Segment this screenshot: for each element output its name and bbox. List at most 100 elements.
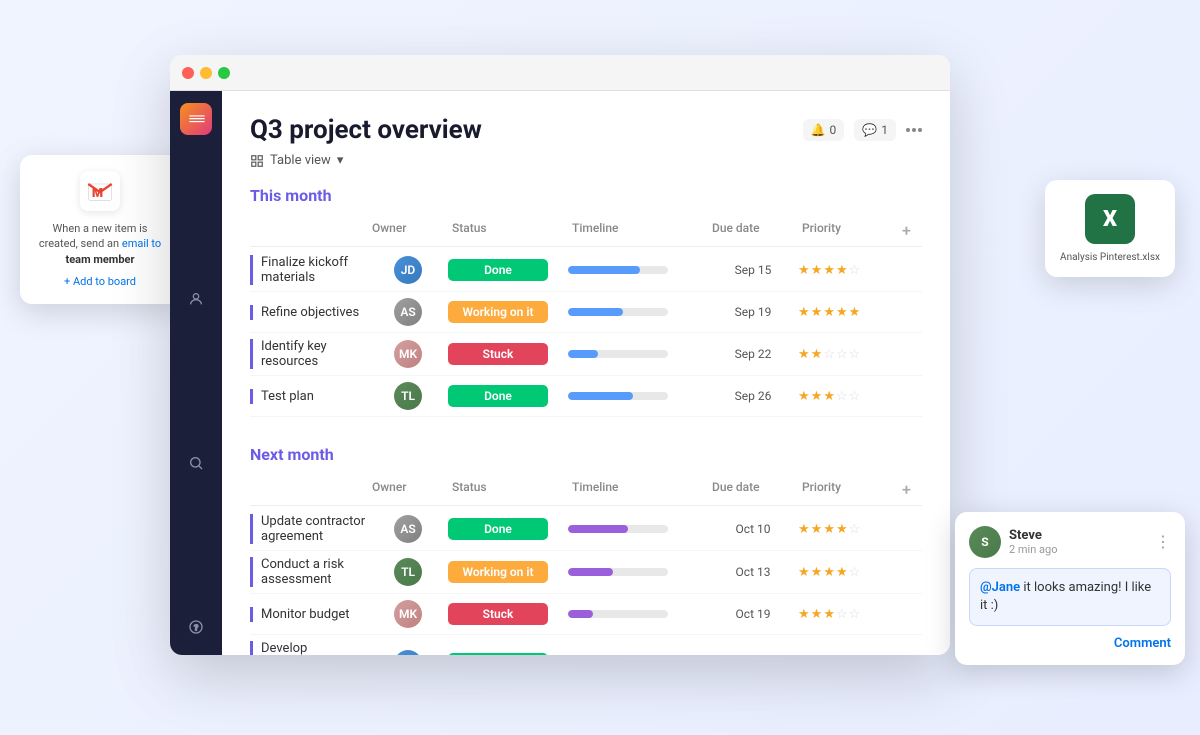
- timeline-fill: [568, 350, 598, 358]
- col-due-date: Due date: [708, 221, 798, 240]
- star-2: ★: [811, 347, 823, 362]
- table-row[interactable]: Conduct a risk assessment TL Working on …: [250, 551, 922, 594]
- col-timeline-next: Timeline: [568, 480, 708, 499]
- task-owner: MK: [368, 600, 448, 628]
- task-owner: MK: [368, 340, 448, 368]
- avatar: MK: [394, 600, 422, 628]
- table-row[interactable]: Refine objectives AS Working on it Sep 1…: [250, 292, 922, 333]
- task-due-date: Sep 26: [708, 389, 798, 403]
- task-status: Stuck: [448, 343, 568, 365]
- task-owner: AS: [368, 515, 448, 543]
- table-row[interactable]: Identify key resources MK Stuck Sep 22 ★…: [250, 333, 922, 376]
- sidebar-item-help[interactable]: ?: [180, 611, 212, 643]
- table-row[interactable]: Test plan TL Done Sep 26 ★★★☆☆: [250, 376, 922, 417]
- add-column-btn-next[interactable]: +: [898, 480, 922, 499]
- star-2: ★: [811, 389, 823, 404]
- star-5: ☆: [849, 607, 861, 622]
- col-timeline: Timeline: [568, 221, 708, 240]
- avatar: AS: [394, 298, 422, 326]
- star-3: ★: [823, 263, 835, 278]
- reactions-count[interactable]: 🔔 0: [803, 119, 845, 141]
- comment-value: 1: [881, 123, 888, 137]
- view-label: Table view: [270, 153, 331, 168]
- star-4: ★: [836, 565, 848, 580]
- table-row[interactable]: Finalize kickoff materials JD Done Sep 1…: [250, 249, 922, 292]
- comment-header: S Steve 2 min ago ⋮: [969, 526, 1171, 558]
- gmail-icon: M: [80, 171, 120, 211]
- more-options-button[interactable]: [906, 128, 922, 132]
- task-due-date: Oct 10: [708, 522, 798, 536]
- status-badge: Working on it: [448, 561, 548, 583]
- table-row[interactable]: Monitor budget MK Stuck Oct 19 ★★★☆☆: [250, 594, 922, 635]
- timeline-bar: [568, 525, 668, 533]
- star-1: ★: [798, 522, 810, 537]
- minimize-button[interactable]: [200, 67, 212, 79]
- svg-text:?: ?: [194, 623, 198, 633]
- timeline-fill: [568, 568, 613, 576]
- add-column-btn[interactable]: +: [898, 221, 922, 240]
- task-due-date: Oct 19: [708, 607, 798, 621]
- task-timeline: [568, 266, 708, 274]
- star-5: ★: [849, 305, 861, 320]
- star-2: ★: [811, 565, 823, 580]
- timeline-bar: [568, 568, 668, 576]
- gmail-description: When a new item is created, send an emai…: [36, 221, 164, 267]
- task-timeline: [568, 308, 708, 316]
- col-owner-next: Owner: [368, 480, 448, 499]
- task-priority: ★★★★★: [798, 305, 898, 320]
- task-priority: ★★☆☆☆: [798, 347, 898, 362]
- close-button[interactable]: [182, 67, 194, 79]
- gmail-card: M When a new item is created, send an em…: [20, 155, 180, 304]
- this-month-tasks: Finalize kickoff materials JD Done Sep 1…: [250, 249, 922, 417]
- comment-menu-button[interactable]: ⋮: [1155, 532, 1171, 551]
- status-badge: Done: [448, 653, 548, 656]
- comment-icon: 💬: [862, 123, 877, 137]
- table-row[interactable]: Update contractor agreement AS Done Oct …: [250, 508, 922, 551]
- status-badge: Done: [448, 259, 548, 281]
- gmail-add-button[interactable]: + Add to board: [36, 275, 164, 288]
- task-priority: ★★★★☆: [798, 565, 898, 580]
- timeline-bar: [568, 392, 668, 400]
- star-3: ★: [823, 389, 835, 404]
- sidebar-item-search[interactable]: [180, 447, 212, 479]
- task-name: Update contractor agreement: [250, 514, 368, 544]
- maximize-button[interactable]: [218, 67, 230, 79]
- app-logo: ≡≡: [180, 103, 212, 135]
- star-1: ★: [798, 347, 810, 362]
- page-title: Q3 project overview: [250, 115, 482, 145]
- star-3: ★: [823, 565, 835, 580]
- next-month-title: Next month: [250, 445, 922, 464]
- star-4: ☆: [836, 607, 848, 622]
- svg-text:M: M: [92, 186, 103, 201]
- task-owner: AS: [368, 298, 448, 326]
- comment-button[interactable]: Comment: [969, 636, 1171, 651]
- view-toggle[interactable]: Table view ▾: [250, 153, 922, 168]
- task-due-date: Sep 19: [708, 305, 798, 319]
- task-name: Identify key resources: [250, 339, 368, 369]
- star-2: ★: [811, 263, 823, 278]
- this-month-section: This month Owner Status Timeline Due dat…: [250, 186, 922, 417]
- star-1: ★: [798, 607, 810, 622]
- col-status-next: Status: [448, 480, 568, 499]
- table-row[interactable]: Develop communication plan JD Done Oct 2…: [250, 635, 922, 655]
- sidebar: ≡≡ ?: [170, 91, 222, 655]
- main-content[interactable]: Q3 project overview 🔔 0 💬 1: [222, 91, 950, 655]
- next-month-section: Next month Owner Status Timeline Due dat…: [250, 445, 922, 655]
- comment-card: S Steve 2 min ago ⋮ @Jane it looks amazi…: [955, 512, 1185, 665]
- task-name: Conduct a risk assessment: [250, 557, 368, 587]
- timeline-fill: [568, 525, 628, 533]
- excel-filename: Analysis Pinterest.xlsx: [1059, 252, 1161, 263]
- comment-mention: @Jane: [980, 580, 1020, 595]
- task-timeline: [568, 392, 708, 400]
- col-priority-next: Priority: [798, 480, 898, 499]
- sidebar-item-users[interactable]: [180, 283, 212, 315]
- task-due-date: Oct 13: [708, 565, 798, 579]
- excel-card: X Analysis Pinterest.xlsx: [1045, 180, 1175, 277]
- task-name: Test plan: [250, 389, 368, 404]
- star-2: ★: [811, 305, 823, 320]
- star-4: ☆: [836, 347, 848, 362]
- comments-count[interactable]: 💬 1: [854, 119, 896, 141]
- star-1: ★: [798, 263, 810, 278]
- header-actions: 🔔 0 💬 1: [803, 119, 922, 141]
- task-name: Refine objectives: [250, 305, 368, 320]
